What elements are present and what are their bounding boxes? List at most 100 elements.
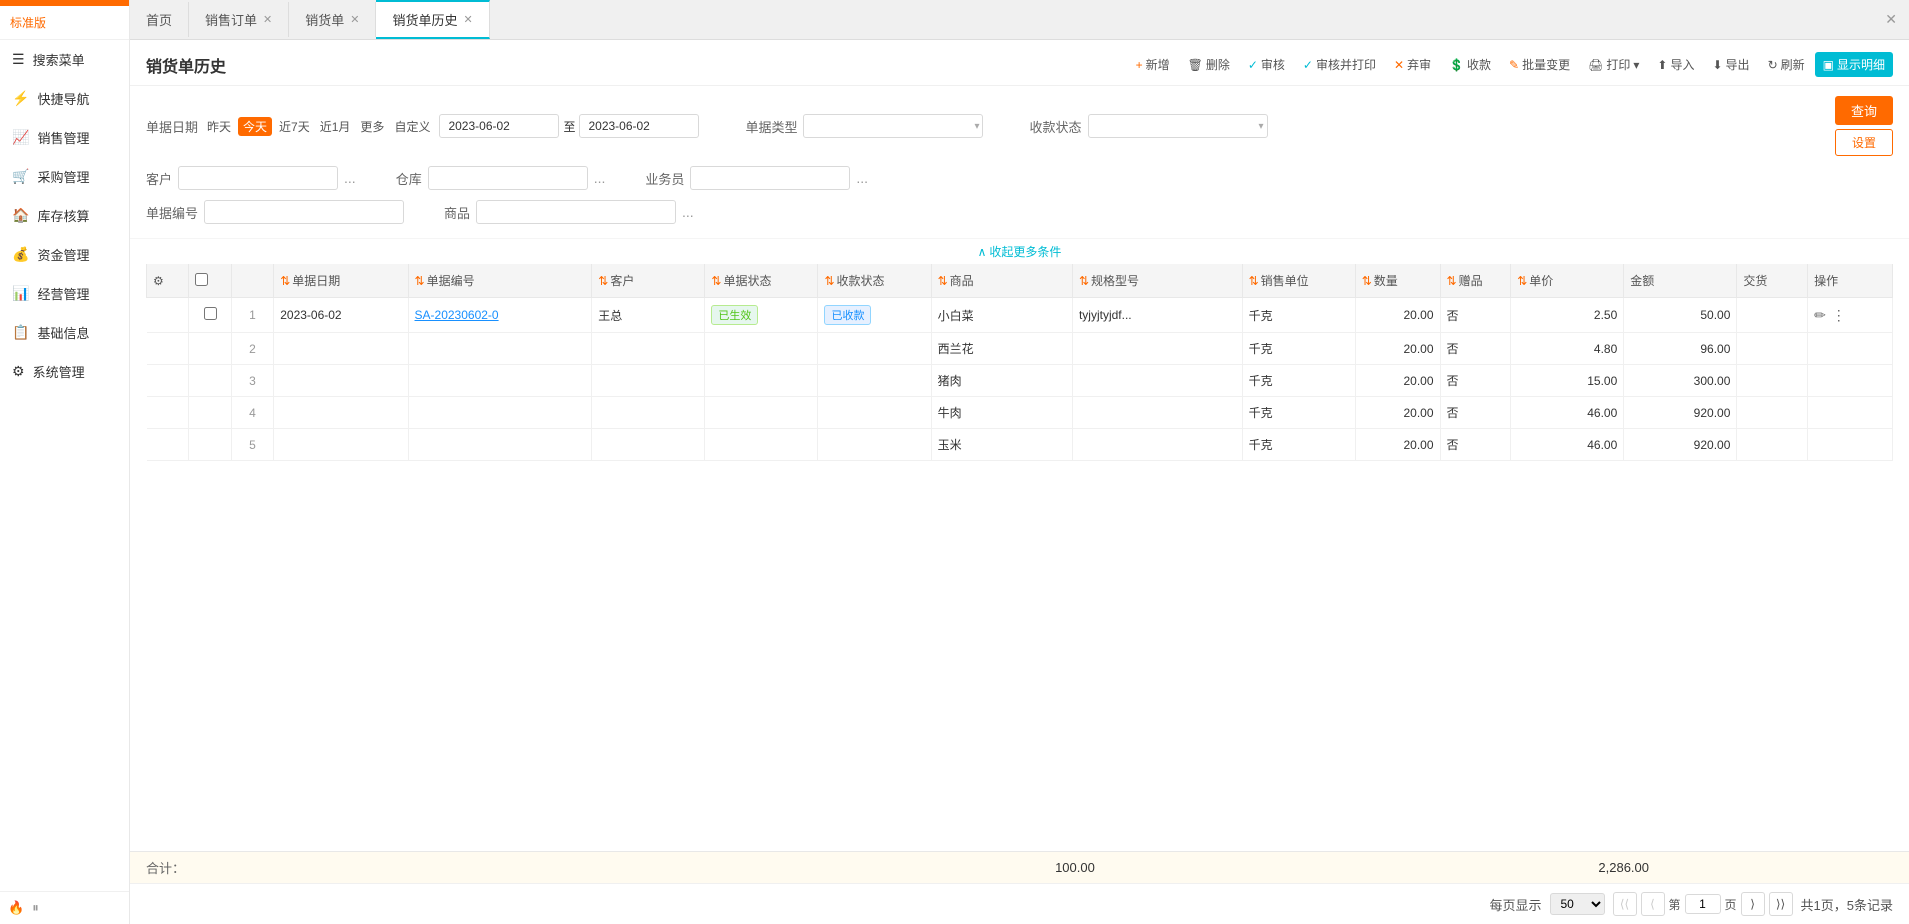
sidebar-item-label: 经营管理 [37, 284, 89, 303]
col-customer-header[interactable]: ⇅ 客户 [592, 264, 705, 298]
col-qty-header[interactable]: ⇅ 数量 [1355, 264, 1440, 298]
sidebar-item-inventory[interactable]: 🏠 库存核算 [0, 196, 129, 235]
sort-price[interactable]: ⇅ 单价 [1517, 272, 1617, 289]
col-docno-header[interactable]: ⇅ 单据编号 [408, 264, 592, 298]
tab-sales-order-close[interactable]: ✕ [263, 13, 272, 26]
export-icon: ⬇ [1712, 58, 1722, 72]
sidebar-fire-icon[interactable]: 🔥 [8, 900, 24, 916]
sidebar-item-quick-nav[interactable]: ⚡ 快捷导航 [0, 79, 129, 118]
row-unit-cell: 千克 [1242, 298, 1355, 333]
sidebar-item-sys-mgmt[interactable]: ⚙ 系统管理 [0, 352, 129, 391]
date-to-input[interactable] [579, 114, 699, 138]
page-size-select[interactable]: 10 20 50 100 [1550, 893, 1605, 915]
docno-link[interactable]: SA-20230602-0 [415, 308, 499, 322]
sort-date[interactable]: ⇅ 单据日期 [280, 272, 401, 289]
doc-type-input[interactable] [803, 114, 983, 138]
shortcut-today[interactable]: 今天 [238, 117, 272, 136]
goods-input[interactable] [476, 200, 676, 224]
docno-input[interactable] [204, 200, 404, 224]
row-paystatus-cell [818, 365, 931, 397]
sort-gift[interactable]: ⇅ 赠品 [1447, 272, 1505, 289]
row-more-icon[interactable]: ⋮ [1832, 307, 1846, 324]
warehouse-more-btn[interactable]: ... [594, 170, 606, 186]
salesman-input[interactable] [690, 166, 850, 190]
select-all-checkbox[interactable] [195, 273, 208, 286]
tab-sales-delivery[interactable]: 销货单 ✕ [289, 2, 376, 37]
col-date-header[interactable]: ⇅ 单据日期 [274, 264, 408, 298]
row-goods-cell: 牛肉 [931, 397, 1072, 429]
row-checkbox[interactable] [204, 307, 217, 320]
pay-status-input[interactable] [1088, 114, 1268, 138]
sidebar-item-search-menu[interactable]: ☰ 搜索菜单 [0, 40, 129, 79]
refresh-button[interactable]: ↻ 刷新 [1760, 52, 1813, 77]
warehouse-input[interactable] [428, 166, 588, 190]
row-goods-cell: 西兰花 [931, 333, 1072, 365]
col-paystatus-header[interactable]: ⇅ 收款状态 [818, 264, 931, 298]
shortcut-more[interactable]: 更多 [357, 117, 387, 136]
sidebar-pause-icon[interactable]: ⏸ [32, 900, 39, 916]
shortcut-custom[interactable]: 自定义 [391, 117, 433, 136]
salesman-more-btn[interactable]: ... [856, 170, 868, 186]
sidebar-item-finance-mgmt[interactable]: 💰 资金管理 [0, 235, 129, 274]
page-next-button[interactable]: ⟩ [1741, 892, 1765, 916]
page-first-button[interactable]: ⟨⟨ [1613, 892, 1637, 916]
col-docstatus-header[interactable]: ⇅ 单据状态 [705, 264, 818, 298]
abandon-button[interactable]: ✕ 弃审 [1386, 52, 1439, 77]
tab-sales-order[interactable]: 销售订单 ✕ [189, 2, 289, 37]
customer-input[interactable] [178, 166, 338, 190]
sidebar-bottom: 🔥 ⏸ [0, 891, 129, 924]
sidebar-item-sales-mgmt[interactable]: 📈 销售管理 [0, 118, 129, 157]
audit-button[interactable]: ✓ 审核 [1240, 52, 1293, 77]
sidebar-item-ops-mgmt[interactable]: 📊 经营管理 [0, 274, 129, 313]
col-date-label: 单据日期 [292, 272, 340, 289]
sort-spec[interactable]: ⇅ 规格型号 [1079, 272, 1236, 289]
page-prev-button[interactable]: ⟨ [1641, 892, 1665, 916]
batch-change-button[interactable]: ✎ 批量变更 [1501, 52, 1578, 77]
sort-customer[interactable]: ⇅ 客户 [598, 272, 698, 289]
set-button[interactable]: 设置 [1835, 129, 1893, 156]
sidebar-item-purchase-mgmt[interactable]: 🛒 采购管理 [0, 157, 129, 196]
table-container: ⚙ ⇅ 单据日期 [130, 264, 1909, 851]
sort-docstatus[interactable]: ⇅ 单据状态 [711, 272, 811, 289]
sidebar-item-basic-info[interactable]: 📋 基础信息 [0, 313, 129, 352]
col-gear-header[interactable]: ⚙ [147, 264, 189, 298]
collapse-button[interactable]: ∧ 收起更多条件 [978, 243, 1062, 260]
export-button[interactable]: ⬇ 导出 [1704, 52, 1757, 77]
add-button[interactable]: + 新增 [1128, 52, 1178, 77]
col-spec-header[interactable]: ⇅ 规格型号 [1072, 264, 1242, 298]
shortcut-yesterday[interactable]: 昨天 [204, 117, 234, 136]
col-price-header[interactable]: ⇅ 单价 [1511, 264, 1624, 298]
sort-paystatus[interactable]: ⇅ 收款状态 [824, 272, 924, 289]
audit-print-button[interactable]: ✓ 审核并打印 [1295, 52, 1384, 77]
row-edit-icon[interactable]: ✏ [1814, 307, 1826, 324]
delete-button[interactable]: 🗑 删除 [1180, 52, 1238, 77]
page-last-button[interactable]: ⟩⟩ [1769, 892, 1793, 916]
sort-goods[interactable]: ⇅ 商品 [938, 272, 1066, 289]
import-button[interactable]: ⬆ 导入 [1649, 52, 1702, 77]
show-detail-button[interactable]: ▣ 显示明细 [1815, 52, 1893, 77]
row-num-cell: 4 [231, 397, 273, 429]
page-content: 销货单历史 + 新增 🗑 删除 ✓ 审核 ✓ 审核并打印 [130, 40, 1909, 924]
tab-sales-history[interactable]: 销货单历史 ✕ [376, 0, 489, 39]
query-button[interactable]: 查询 [1835, 96, 1893, 125]
tab-sales-history-close[interactable]: ✕ [464, 13, 473, 26]
col-unit-header[interactable]: ⇅ 销售单位 [1242, 264, 1355, 298]
customer-more-btn[interactable]: ... [344, 170, 356, 186]
col-goods-header[interactable]: ⇅ 商品 [931, 264, 1072, 298]
shortcut-1month[interactable]: 近1月 [317, 117, 354, 136]
goods-more-btn[interactable]: ... [682, 204, 694, 220]
sort-docno-icon: ⇅ [415, 274, 425, 288]
tab-sales-delivery-close[interactable]: ✕ [350, 13, 359, 26]
row-goods-cell: 玉米 [931, 429, 1072, 461]
tab-close-all-button[interactable]: ✕ [1873, 11, 1909, 28]
page-number-input[interactable] [1685, 894, 1721, 914]
col-gift-header[interactable]: ⇅ 赠品 [1440, 264, 1511, 298]
sort-qty[interactable]: ⇅ 数量 [1362, 272, 1434, 289]
tab-home[interactable]: 首页 [130, 2, 189, 37]
date-from-input[interactable] [439, 114, 559, 138]
sort-docno[interactable]: ⇅ 单据编号 [415, 272, 586, 289]
print-button[interactable]: 🖨 打印 ▾ [1580, 52, 1647, 77]
shortcut-7days[interactable]: 近7天 [276, 117, 313, 136]
sort-unit[interactable]: ⇅ 销售单位 [1249, 272, 1349, 289]
collect-button[interactable]: 💲 收款 [1441, 52, 1499, 77]
